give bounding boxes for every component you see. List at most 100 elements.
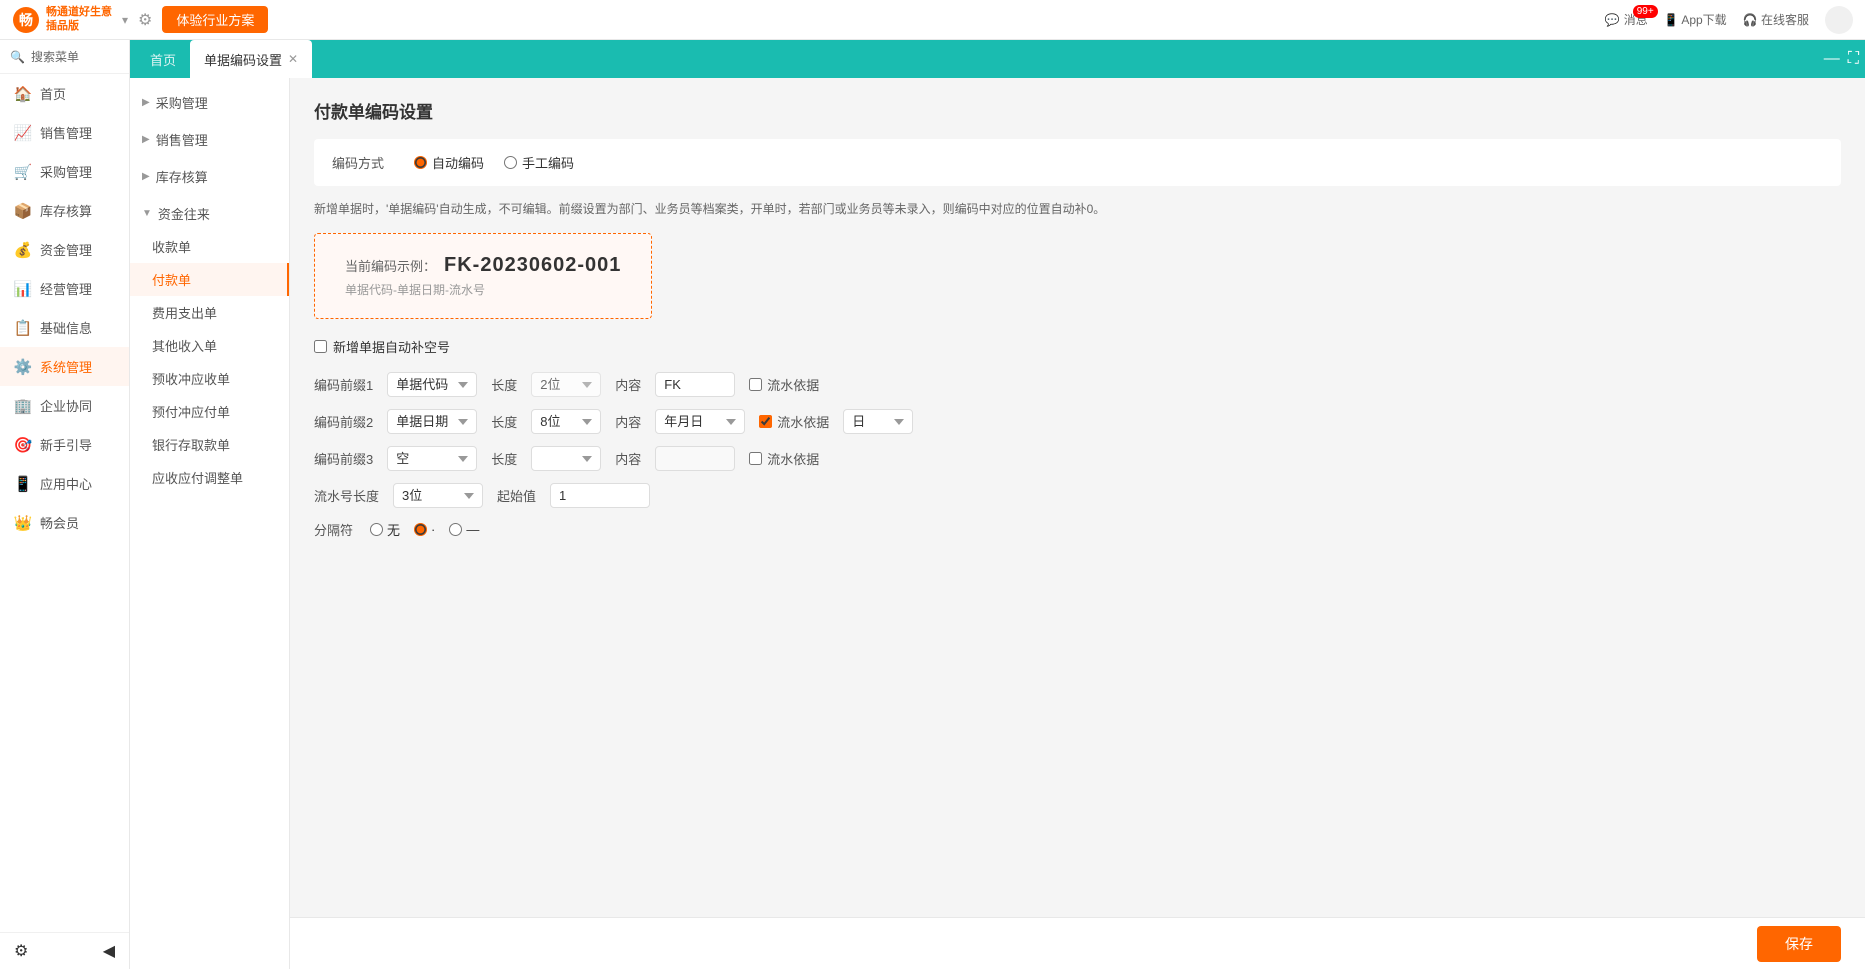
prefix1-select[interactable]: 单据代码 [387, 372, 477, 397]
sep-dash-radio[interactable] [449, 523, 462, 536]
coding-method-group: 编码方式 自动编码 手工编码 [332, 153, 1823, 172]
sub-menu-capital[interactable]: ▼ 资金往来 [130, 197, 289, 230]
sidebar-settings-icon[interactable]: ⚙ [14, 941, 28, 961]
arrow-down-icon: ▼ [142, 208, 152, 219]
manual-code-radio-label[interactable]: 手工编码 [504, 153, 574, 172]
sub-menu-group-inventory: ▶ 库存核算 [130, 160, 289, 193]
content1-input[interactable] [655, 372, 735, 397]
sidebar-item-basic[interactable]: 📋 基础信息 [0, 308, 129, 347]
auto-code-radio[interactable] [414, 156, 427, 169]
app-download-btn[interactable]: 📱 App下载 [1664, 11, 1727, 28]
tab-encoding-settings[interactable]: 单据编码设置 ✕ [190, 40, 312, 78]
sidebar-item-sales[interactable]: 📈 销售管理 [0, 113, 129, 152]
sep-dot-radio[interactable] [414, 523, 427, 536]
sales-icon: 📈 [14, 124, 32, 142]
form-row-prefix2: 编码前缀2 单据日期 长度 8位 内容 年月日 年月 [314, 409, 1841, 434]
home-icon: 🏠 [14, 85, 32, 103]
sidebar-item-enterprise[interactable]: 🏢 企业协同 [0, 386, 129, 425]
start-value-label: 起始值 [497, 486, 536, 505]
user-avatar[interactable] [1825, 6, 1853, 34]
prefix3-label: 编码前缀3 [314, 449, 373, 468]
message-btn[interactable]: 💬 消息 99+ [1605, 11, 1648, 28]
tab-maximize-icon[interactable]: ⛶ [1848, 50, 1859, 68]
length1-select[interactable]: 2位 [531, 372, 601, 397]
sub-menu-item-prepay-offset[interactable]: 预收冲应收单 [130, 362, 289, 395]
sub-menu-inventory[interactable]: ▶ 库存核算 [130, 160, 289, 193]
sub-menu-group-sales: ▶ 销售管理 [130, 123, 289, 156]
separator-label: 分隔符 [314, 520, 356, 539]
tab-close-icon[interactable]: ✕ [288, 52, 298, 66]
sidebar-item-finance[interactable]: 💰 资金管理 [0, 230, 129, 269]
member-icon: 👑 [14, 514, 32, 532]
sub-menu-item-prepay-payable[interactable]: 预付冲应付单 [130, 395, 289, 428]
sidebar-item-inventory[interactable]: 📦 库存核算 [0, 191, 129, 230]
sub-menu-item-expense[interactable]: 费用支出单 [130, 296, 289, 329]
sub-menu-purchase[interactable]: ▶ 采购管理 [130, 86, 289, 119]
form-section: 编码前缀1 单据代码 长度 2位 内容 [314, 372, 1841, 539]
sidebar-item-home[interactable]: 🏠 首页 [0, 74, 129, 113]
sub-menu-item-receipt[interactable]: 收款单 [130, 230, 289, 263]
header-left: 畅 畅通道好生意 插品版 ▾ ⚙ 体验行业方案 [12, 6, 268, 34]
sidebar-item-system[interactable]: ⚙️ 系统管理 [0, 347, 129, 386]
start-value-input[interactable] [550, 483, 650, 508]
sidebar-item-guide[interactable]: 🎯 新手引导 [0, 425, 129, 464]
enterprise-icon: 🏢 [14, 397, 32, 415]
header-dropdown[interactable]: ▾ [122, 13, 128, 27]
tab-home[interactable]: 首页 [136, 40, 190, 78]
save-button[interactable]: 保存 [1757, 926, 1841, 962]
waterfall1-checkbox[interactable] [749, 378, 762, 391]
sidebar-item-member[interactable]: 👑 畅会员 [0, 503, 129, 542]
waterfall2-check-label[interactable]: 流水依据 [759, 412, 829, 431]
prefix2-select[interactable]: 单据日期 [387, 409, 477, 434]
waterfall3-check-label[interactable]: 流水依据 [749, 449, 819, 468]
auto-code-radio-label[interactable]: 自动编码 [414, 153, 484, 172]
sub-menu-item-bank-deposit[interactable]: 银行存取款单 [130, 428, 289, 461]
sub-menu-group-purchase: ▶ 采购管理 [130, 86, 289, 119]
sep-dot-label[interactable]: · [414, 522, 435, 537]
waterfall3-checkbox[interactable] [749, 452, 762, 465]
experience-btn[interactable]: 体验行业方案 [162, 6, 268, 33]
waterfall2-select[interactable]: 日 月 年 [843, 409, 913, 434]
sidebar-item-operation[interactable]: 📊 经营管理 [0, 269, 129, 308]
sep-none-radio[interactable] [370, 523, 383, 536]
sub-menu-item-payment[interactable]: 付款单 [130, 263, 289, 296]
manual-code-radio[interactable] [504, 156, 517, 169]
content1-label: 内容 [615, 375, 641, 394]
main-content: 付款单编码设置 编码方式 自动编码 手工编码 [290, 78, 1865, 917]
sub-menu-sales[interactable]: ▶ 销售管理 [130, 123, 289, 156]
waterfall2-checkbox[interactable] [759, 415, 772, 428]
sep-none-label[interactable]: 无 [370, 520, 400, 539]
service-icon: 🎧 [1743, 13, 1758, 27]
sidebar-item-appcenter[interactable]: 📱 应用中心 [0, 464, 129, 503]
sidebar-item-purchase[interactable]: 🛒 采购管理 [0, 152, 129, 191]
gear-icon[interactable]: ⚙ [138, 10, 152, 30]
content3-input[interactable] [655, 446, 735, 471]
code-preview-value: FK-20230602-001 [444, 254, 621, 277]
online-service-btn[interactable]: 🎧 在线客服 [1743, 11, 1809, 28]
length3-select[interactable] [531, 446, 601, 471]
sidebar-search[interactable]: 🔍 搜索菜单 [0, 40, 129, 74]
code-preview-label: 当前编码示例： [345, 256, 436, 275]
guide-icon: 🎯 [14, 436, 32, 454]
prefix3-select[interactable]: 空 单据代码 单据日期 [387, 446, 477, 471]
auto-fill-checkbox[interactable] [314, 340, 327, 353]
main-layout: 🔍 搜索菜单 🏠 首页 📈 销售管理 🛒 采购管理 📦 库存核算 💰 资金管理 … [0, 40, 1865, 969]
sub-menu-item-other-income[interactable]: 其他收入单 [130, 329, 289, 362]
content2-select[interactable]: 年月日 年月 年 [655, 409, 745, 434]
tab-minimize-icon[interactable]: — [1824, 50, 1840, 68]
auto-fill-row: 新增单据自动补空号 [314, 337, 1841, 356]
sep-dash-label[interactable]: — [449, 522, 479, 537]
sidebar-collapse-icon[interactable]: ◀ [103, 941, 115, 961]
length2-select[interactable]: 8位 [531, 409, 601, 434]
waterfall1-check-label[interactable]: 流水依据 [749, 375, 819, 394]
sub-menu-item-ar-ap-adjust[interactable]: 应收应付调整单 [130, 461, 289, 494]
operation-icon: 📊 [14, 280, 32, 298]
content3-label: 内容 [615, 449, 641, 468]
serial-length-select[interactable]: 3位 4位 5位 [393, 483, 483, 508]
svg-text:畅: 畅 [19, 12, 33, 28]
arrow-right-icon-2: ▶ [142, 134, 150, 145]
top-header: 畅 畅通道好生意 插品版 ▾ ⚙ 体验行业方案 💬 消息 99+ 📱 App下载… [0, 0, 1865, 40]
sidebar-bottom: ⚙ ◀ [0, 932, 129, 969]
form-row-serial: 流水号长度 3位 4位 5位 起始值 [314, 483, 1841, 508]
message-badge: 99+ [1633, 5, 1658, 18]
